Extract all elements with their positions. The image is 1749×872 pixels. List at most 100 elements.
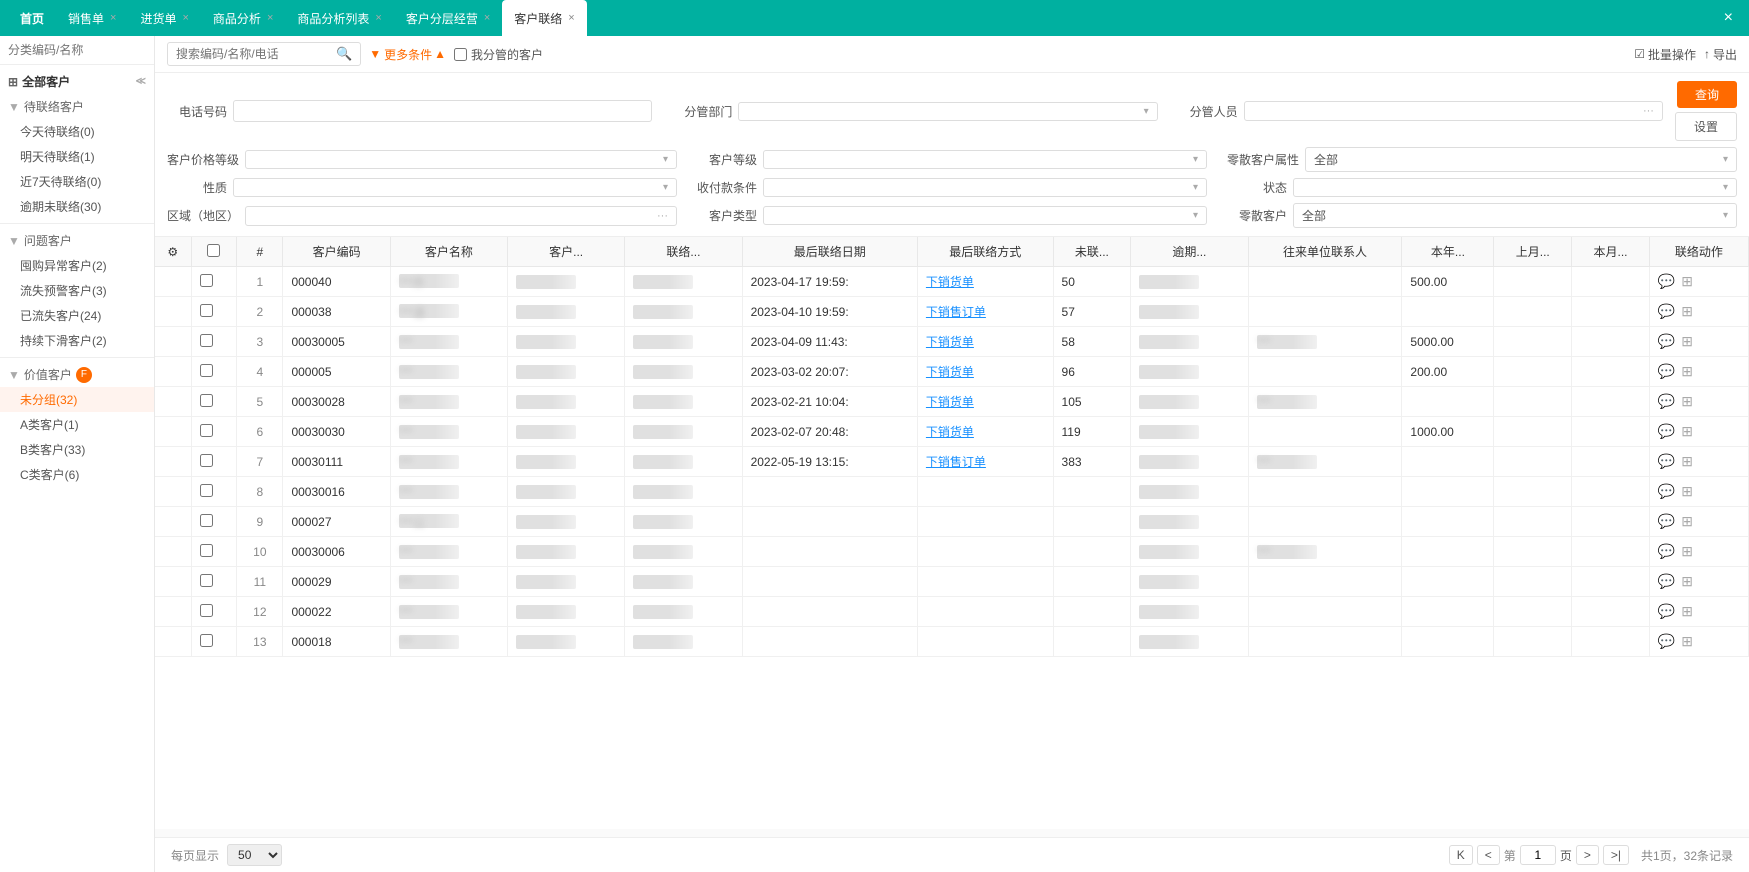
export-btn[interactable]: ↑ 导出 [1704, 46, 1737, 63]
sidebar-search-input[interactable] [8, 43, 155, 57]
comment-icon[interactable]: 💬 [1658, 423, 1675, 440]
tab-purchase-close[interactable]: × [182, 12, 188, 24]
qr-icon[interactable]: ⊞ [1681, 453, 1693, 470]
td-last-contact-method[interactable]: 下销货单 [917, 327, 1053, 357]
tab-customer-segment[interactable]: 客户分层经营 × [394, 0, 502, 36]
td-check[interactable] [191, 597, 237, 627]
sidebar-all-customers[interactable]: ⊞ 全部客户 ≪ [0, 65, 154, 94]
filter-price-select[interactable]: ▾ [245, 150, 677, 169]
comment-icon[interactable]: 💬 [1658, 453, 1675, 470]
qr-icon[interactable]: ⊞ [1681, 393, 1693, 410]
comment-icon[interactable]: 💬 [1658, 303, 1675, 320]
filter-status-select[interactable]: ▾ [1293, 178, 1737, 197]
page-size-select[interactable]: 50 20 100 [227, 844, 282, 866]
tab-customer-contact[interactable]: 客户联络 × [502, 0, 586, 36]
filter-retail-cust-select[interactable]: 全部 ▾ [1293, 203, 1737, 228]
batch-op-btn[interactable]: ☑ 批量操作 [1634, 46, 1696, 63]
td-check[interactable] [191, 267, 237, 297]
td-last-contact-method[interactable] [917, 537, 1053, 567]
comment-icon[interactable]: 💬 [1658, 633, 1675, 650]
sidebar-item-ungrouped[interactable]: 未分组(32) [0, 387, 154, 412]
current-page-input[interactable] [1520, 845, 1556, 865]
comment-icon[interactable]: 💬 [1658, 393, 1675, 410]
filter-dept-select[interactable]: ▾ [738, 102, 1157, 121]
td-check[interactable] [191, 447, 237, 477]
td-last-contact-method[interactable] [917, 627, 1053, 657]
th-gear[interactable]: ⚙ [155, 237, 191, 267]
td-last-contact-method[interactable]: 下销货单 [917, 387, 1053, 417]
filter-cust-type-select[interactable]: ▾ [763, 206, 1207, 225]
main-search-icon[interactable]: 🔍 [336, 46, 352, 62]
th-check[interactable] [191, 237, 237, 267]
sidebar-item-declining[interactable]: 持续下滑客户(2) [0, 328, 154, 353]
qr-icon[interactable]: ⊞ [1681, 603, 1693, 620]
td-check[interactable] [191, 387, 237, 417]
qr-icon[interactable]: ⊞ [1681, 303, 1693, 320]
td-check[interactable] [191, 567, 237, 597]
nav-close-all[interactable]: × [1716, 9, 1741, 27]
row-checkbox[interactable] [200, 454, 213, 467]
filter-region-select[interactable]: ··· [245, 206, 677, 226]
collapse-icon[interactable]: ≪ [136, 76, 146, 87]
filter-cust-level-select[interactable]: ▾ [763, 150, 1207, 169]
td-last-contact-method[interactable]: 下销售订单 [917, 297, 1053, 327]
td-last-contact-method[interactable]: 下销货单 [917, 357, 1053, 387]
row-checkbox[interactable] [200, 544, 213, 557]
sidebar-item-classB[interactable]: B类客户(33) [0, 437, 154, 462]
contact-method-link[interactable]: 下销货单 [926, 425, 974, 439]
tab-analysis-close[interactable]: × [267, 12, 273, 24]
search-box[interactable]: 🔍 [167, 42, 361, 66]
row-checkbox[interactable] [200, 334, 213, 347]
row-checkbox[interactable] [200, 514, 213, 527]
my-customers-checkbox[interactable] [454, 48, 467, 61]
filter-manager-select[interactable]: ··· [1244, 101, 1663, 121]
sidebar-item-week[interactable]: 近7天待联络(0) [0, 169, 154, 194]
comment-icon[interactable]: 💬 [1658, 513, 1675, 530]
qr-icon[interactable]: ⊞ [1681, 423, 1693, 440]
tab-sales-close[interactable]: × [110, 12, 116, 24]
tab-purchase[interactable]: 进货单 × [128, 0, 200, 36]
tab-analysis-list[interactable]: 商品分析列表 × [285, 0, 393, 36]
filter-phone-input[interactable] [233, 100, 652, 122]
td-last-contact-method[interactable] [917, 597, 1053, 627]
td-check[interactable] [191, 627, 237, 657]
tab-customer-segment-close[interactable]: × [484, 12, 490, 24]
contact-method-link[interactable]: 下销货单 [926, 335, 974, 349]
comment-icon[interactable]: 💬 [1658, 543, 1675, 560]
query-btn[interactable]: 查询 [1677, 81, 1737, 108]
sidebar-value-group[interactable]: ▼ 价值客户 F [0, 362, 154, 387]
td-check[interactable] [191, 507, 237, 537]
row-checkbox[interactable] [200, 424, 213, 437]
qr-icon[interactable]: ⊞ [1681, 483, 1693, 500]
main-search-input[interactable] [176, 47, 336, 61]
comment-icon[interactable]: 💬 [1658, 573, 1675, 590]
sidebar-item-churned[interactable]: 已流失客户(24) [0, 303, 154, 328]
qr-icon[interactable]: ⊞ [1681, 273, 1693, 290]
qr-icon[interactable]: ⊞ [1681, 513, 1693, 530]
row-checkbox[interactable] [200, 484, 213, 497]
qr-icon[interactable]: ⊞ [1681, 363, 1693, 380]
filter-payment-select[interactable]: ▾ [763, 178, 1207, 197]
prev-page-btn[interactable]: < [1477, 845, 1500, 865]
td-check[interactable] [191, 417, 237, 447]
td-last-contact-method[interactable] [917, 477, 1053, 507]
td-check[interactable] [191, 477, 237, 507]
row-checkbox[interactable] [200, 574, 213, 587]
qr-icon[interactable]: ⊞ [1681, 333, 1693, 350]
tab-sales[interactable]: 销售单 × [56, 0, 128, 36]
td-last-contact-method[interactable]: 下销货单 [917, 267, 1053, 297]
td-last-contact-method[interactable]: 下销货单 [917, 417, 1053, 447]
sidebar-item-tomorrow[interactable]: 明天待联络(1) [0, 144, 154, 169]
td-check[interactable] [191, 297, 237, 327]
select-all-checkbox[interactable] [207, 244, 220, 257]
comment-icon[interactable]: 💬 [1658, 363, 1675, 380]
tab-home[interactable]: 首页 [8, 0, 56, 36]
tab-analysis[interactable]: 商品分析 × [201, 0, 285, 36]
sidebar-item-overdue[interactable]: 逾期未联络(30) [0, 194, 154, 219]
row-checkbox[interactable] [200, 304, 213, 317]
first-page-btn[interactable]: K [1449, 845, 1473, 865]
sidebar-item-abnormal[interactable]: 囤购异常客户(2) [0, 253, 154, 278]
td-last-contact-method[interactable] [917, 507, 1053, 537]
contact-method-link[interactable]: 下销货单 [926, 395, 974, 409]
sidebar-item-classA[interactable]: A类客户(1) [0, 412, 154, 437]
